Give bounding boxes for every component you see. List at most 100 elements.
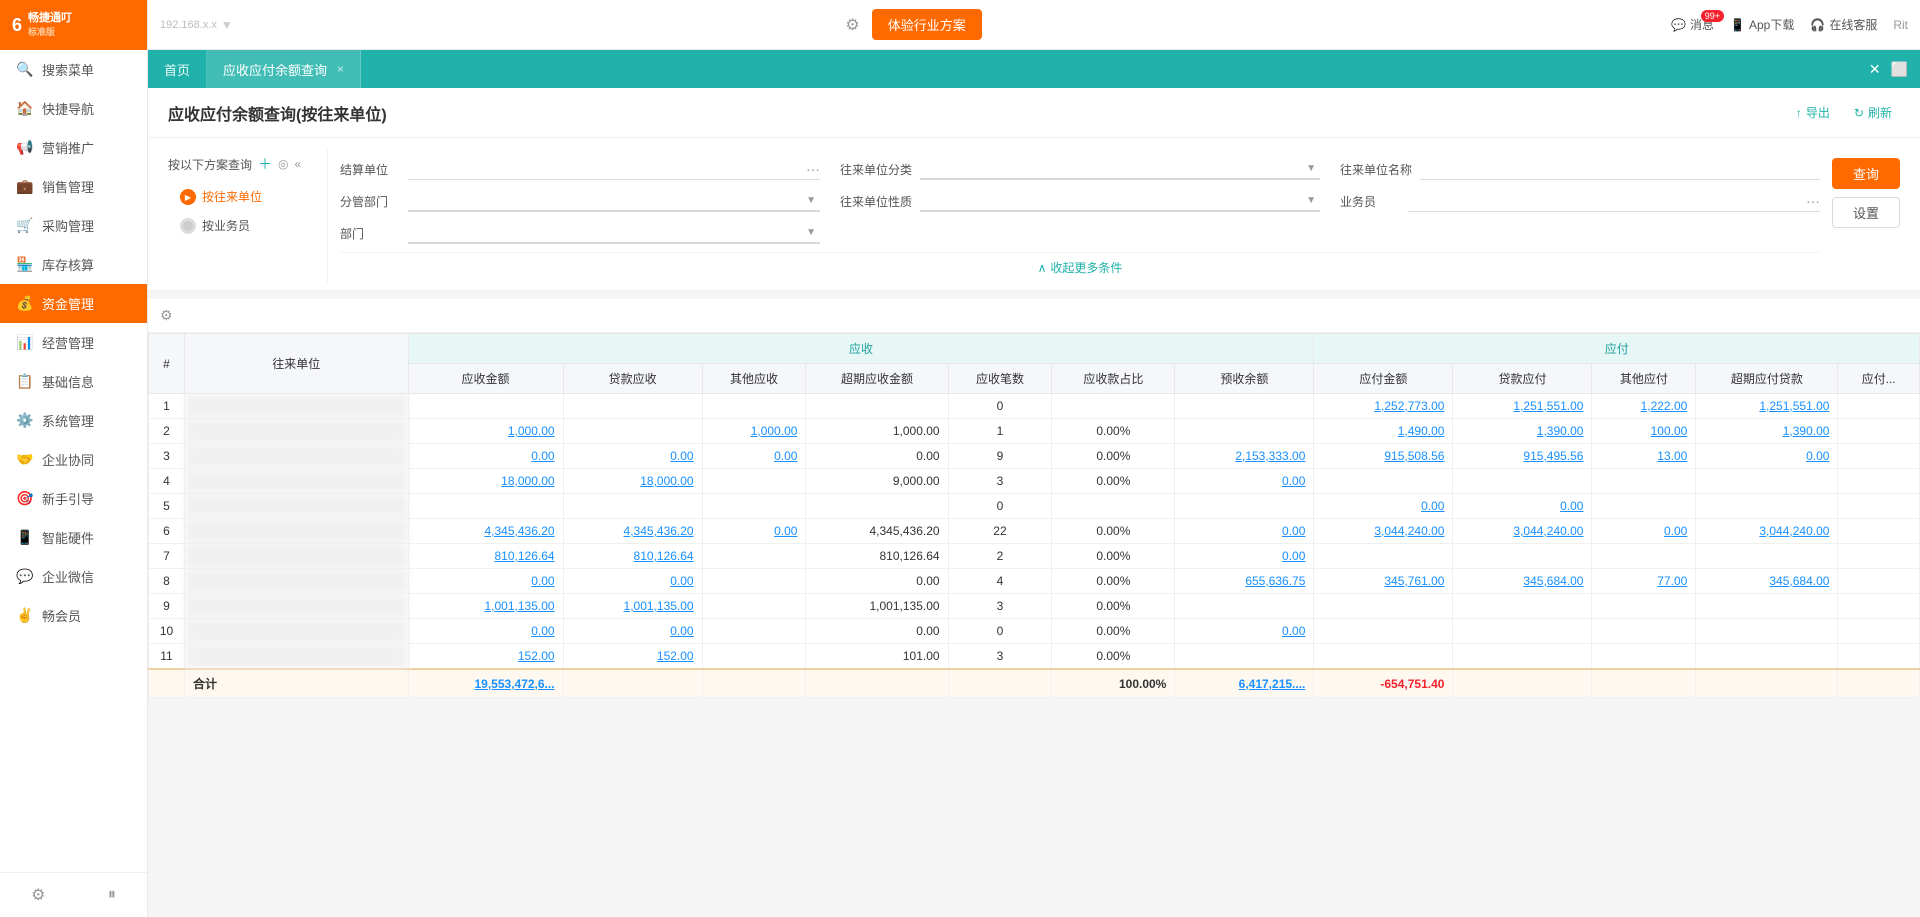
table-cell[interactable]: 0.00	[1175, 544, 1314, 569]
filter-scheme-icon[interactable]: ◎	[278, 157, 288, 171]
sidebar-item-inventory[interactable]: 🏪 库存核算	[0, 245, 147, 284]
table-cell[interactable]: 345,684.00	[1696, 569, 1838, 594]
sidebar-item-quick-nav[interactable]: 🏠 快捷导航	[0, 89, 147, 128]
th-ap-overdue: 超期应付贷款	[1696, 364, 1838, 394]
table-cell[interactable]: 0.00	[408, 569, 563, 594]
table-cell[interactable]: 345,684.00	[1453, 569, 1592, 594]
table-cell[interactable]: 810,126.64	[563, 544, 702, 569]
table-cell[interactable]: 915,495.56	[1453, 444, 1592, 469]
sidebar-item-finance[interactable]: 💰 资金管理	[0, 284, 147, 323]
table-cell[interactable]: 18,000.00	[408, 469, 563, 494]
sidebar-item-vip[interactable]: ✌️ 畅会员	[0, 596, 147, 635]
filter-by-customer[interactable]: ▶ 按往来单位	[168, 182, 315, 211]
table-cell[interactable]: 3,044,240.00	[1314, 519, 1453, 544]
tab-close-icon[interactable]: ×	[337, 62, 344, 76]
table-cell[interactable]: 0.00	[563, 444, 702, 469]
table-cell[interactable]: 0.00	[563, 619, 702, 644]
table-cell[interactable]: 0.00	[1314, 494, 1453, 519]
footer-ar-amount[interactable]: 19,553,472,6...	[408, 669, 563, 698]
table-cell[interactable]: 1,251,551.00	[1453, 394, 1592, 419]
table-cell[interactable]: 152.00	[563, 644, 702, 670]
table-cell[interactable]: 1,252,773.00	[1314, 394, 1453, 419]
sidebar-settings-btn[interactable]: ⚙	[23, 881, 53, 909]
settings-button[interactable]: 设置	[1832, 197, 1900, 228]
table-cell[interactable]: 1,390.00	[1696, 419, 1838, 444]
query-button[interactable]: 查询	[1832, 158, 1900, 189]
sidebar-item-corp-wechat[interactable]: 💬 企业微信	[0, 557, 147, 596]
filter-by-salesman[interactable]: 按业务员	[168, 211, 315, 240]
sidebar-item-purchase[interactable]: 🛒 采购管理	[0, 206, 147, 245]
sidebar-item-sales[interactable]: 💼 销售管理	[0, 167, 147, 206]
table-settings-icon[interactable]: ⚙	[160, 307, 173, 324]
settlement-unit-input[interactable]	[408, 159, 806, 179]
table-cell[interactable]: 77.00	[1592, 569, 1696, 594]
salesman-input[interactable]	[1408, 191, 1806, 211]
refresh-button[interactable]: ↻ 刷新	[1846, 100, 1900, 125]
tab-close-window-icon[interactable]: ✕	[1869, 61, 1881, 78]
table-cell[interactable]: 1,001,135.00	[563, 594, 702, 619]
sidebar-item-smart-hw[interactable]: 📱 智能硬件	[0, 518, 147, 557]
filter-add-button[interactable]: ＋	[258, 154, 272, 174]
table-cell[interactable]: 1,001,135.00	[408, 594, 563, 619]
table-cell[interactable]: 1,222.00	[1592, 394, 1696, 419]
table-cell[interactable]: 100.00	[1592, 419, 1696, 444]
department-select[interactable]	[408, 222, 820, 243]
tab-home[interactable]: 首页	[148, 50, 207, 88]
table-cell[interactable]: 0.00	[408, 619, 563, 644]
filter-collapse-icon[interactable]: «	[295, 157, 302, 171]
table-cell[interactable]: 2,153,333.00	[1175, 444, 1314, 469]
table-cell[interactable]: 915,508.56	[1314, 444, 1453, 469]
sidebar-collapse-btn[interactable]: ⏸	[100, 882, 124, 908]
table-cell[interactable]: 18,000.00	[563, 469, 702, 494]
table-cell[interactable]: 0.00	[1175, 619, 1314, 644]
table-cell[interactable]: 1,390.00	[1453, 419, 1592, 444]
customer-category-select[interactable]	[920, 158, 1320, 179]
table-cell[interactable]: 0.00	[1453, 494, 1592, 519]
table-cell[interactable]: 0.00	[1175, 519, 1314, 544]
online-service-item[interactable]: 🎧 在线客服	[1810, 16, 1877, 33]
table-cell[interactable]: 0.00	[702, 444, 806, 469]
tab-expand-icon[interactable]: ⬜	[1891, 61, 1908, 78]
footer-ar-prepay[interactable]: 6,417,215....	[1175, 669, 1314, 698]
sidebar-item-operations[interactable]: 📊 经营管理	[0, 323, 147, 362]
table-cell[interactable]: 0.00	[408, 444, 563, 469]
table-cell[interactable]: 1,490.00	[1314, 419, 1453, 444]
sidebar-item-beginner[interactable]: 🎯 新手引导	[0, 479, 147, 518]
table-cell[interactable]: 345,761.00	[1314, 569, 1453, 594]
table-cell[interactable]: 0.00	[1175, 469, 1314, 494]
sidebar-item-basic-info[interactable]: 📋 基础信息	[0, 362, 147, 401]
table-cell[interactable]: 810,126.64	[408, 544, 563, 569]
table-cell[interactable]: 0.00	[563, 569, 702, 594]
table-cell[interactable]: 1,251,551.00	[1696, 394, 1838, 419]
table-cell[interactable]: 1,000.00	[702, 419, 806, 444]
table-cell[interactable]: 3,044,240.00	[1696, 519, 1838, 544]
collapse-more-conditions[interactable]: ∧ 收起更多条件	[340, 252, 1820, 282]
table-cell[interactable]: 4,345,436.20	[408, 519, 563, 544]
table-cell[interactable]: 0.00	[1696, 444, 1838, 469]
sidebar-item-marketing[interactable]: 📢 营销推广	[0, 128, 147, 167]
notification-item[interactable]: 💬 消息 99+	[1671, 16, 1714, 33]
table-cell[interactable]: 3,044,240.00	[1453, 519, 1592, 544]
table-cell[interactable]: 152.00	[408, 644, 563, 670]
customer-nature-select[interactable]	[920, 190, 1320, 211]
customer-name-input[interactable]	[1420, 159, 1820, 179]
table-cell[interactable]: 4,345,436.20	[563, 519, 702, 544]
table-cell: 9	[948, 444, 1052, 469]
table-cell[interactable]: 655,636.75	[1175, 569, 1314, 594]
table-cell[interactable]: 0.00	[702, 519, 806, 544]
dept-manager-select[interactable]	[408, 190, 820, 211]
export-button[interactable]: ↑ 导出	[1788, 100, 1838, 125]
settlement-unit-dots[interactable]: ···	[806, 161, 820, 177]
sidebar-item-cooperation[interactable]: 🤝 企业协同	[0, 440, 147, 479]
tab-ar-ap-query[interactable]: 应收应付余额查询 ×	[207, 50, 361, 88]
sidebar-item-search[interactable]: 🔍 搜索菜单	[0, 50, 147, 89]
salesman-dots[interactable]: ···	[1806, 193, 1820, 209]
table-cell[interactable]: 1,000.00	[408, 419, 563, 444]
sidebar-item-system[interactable]: ⚙️ 系统管理	[0, 401, 147, 440]
header-gear-icon[interactable]: ⚙	[841, 11, 863, 39]
app-download-item[interactable]: 📱 App下载	[1730, 16, 1794, 33]
promo-button[interactable]: 体验行业方案	[872, 9, 982, 40]
table-cell[interactable]: 13.00	[1592, 444, 1696, 469]
header-user[interactable]: Rit	[1893, 18, 1908, 32]
table-cell[interactable]: 0.00	[1592, 519, 1696, 544]
